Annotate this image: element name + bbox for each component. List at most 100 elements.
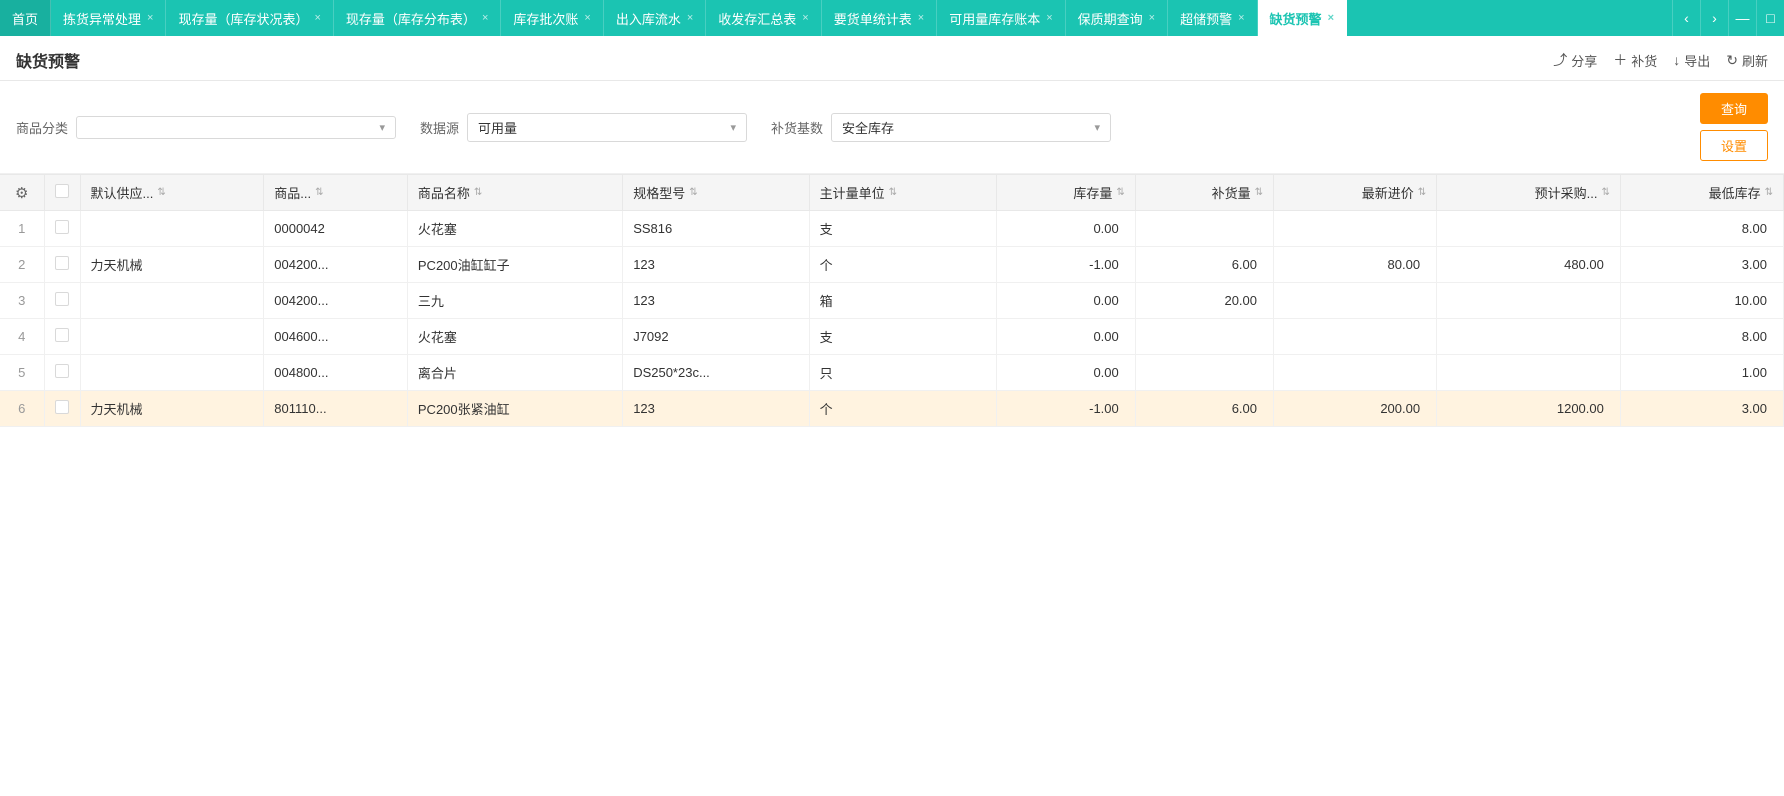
row-stock: -1.00: [997, 247, 1135, 283]
row-supplier: [80, 319, 264, 355]
tab-next-btn[interactable]: ›: [1700, 0, 1728, 36]
table-row[interactable]: 2 力天机械 004200... PC200油缸缸子 123 个 -1.00 6…: [0, 247, 1784, 283]
close-exception-tab[interactable]: ×: [147, 12, 153, 24]
category-select[interactable]: ▾: [76, 116, 396, 139]
replenish-base-label: 补货基数: [771, 118, 823, 137]
row-product-name: PC200张紧油缸: [407, 391, 622, 427]
replenish-base-select[interactable]: 安全库存 ▾: [831, 113, 1111, 142]
row-checkbox[interactable]: [44, 391, 80, 427]
close-batch-tab[interactable]: ×: [584, 12, 590, 24]
th-checkbox[interactable]: [44, 175, 80, 211]
tab-overstock[interactable]: 超储预警 ×: [1168, 0, 1257, 36]
page-title: 缺货预警: [16, 48, 80, 72]
th-min-stock[interactable]: 最低库存 ⇅: [1620, 175, 1783, 211]
close-collect-tab[interactable]: ×: [802, 12, 808, 24]
replenish-button[interactable]: ＋ 补货: [1613, 50, 1657, 70]
close-overstock-tab[interactable]: ×: [1238, 12, 1244, 24]
row-select-checkbox[interactable]: [55, 328, 69, 342]
th-stock[interactable]: 库存量 ⇅: [997, 175, 1135, 211]
tab-expiry[interactable]: 保质期查询 ×: [1066, 0, 1168, 36]
th-latest-price[interactable]: 最新进价 ⇅: [1274, 175, 1437, 211]
table-row[interactable]: 3 004200... 三九 123 箱 0.00 20.00 10.00: [0, 283, 1784, 319]
close-stock-status-tab[interactable]: ×: [314, 12, 320, 24]
settings-button[interactable]: 设置: [1700, 130, 1768, 161]
th-spec[interactable]: 规格型号 ⇅: [623, 175, 809, 211]
row-checkbox[interactable]: [44, 247, 80, 283]
row-select-checkbox[interactable]: [55, 256, 69, 270]
row-product-code: 0000042: [264, 211, 408, 247]
row-select-checkbox[interactable]: [55, 220, 69, 234]
table-row[interactable]: 1 0000042 火花塞 SS816 支 0.00 8.00: [0, 211, 1784, 247]
row-index: 5: [0, 355, 44, 391]
row-replenish: [1135, 211, 1273, 247]
gear-icon[interactable]: ⚙: [10, 184, 34, 202]
row-min-stock: 3.00: [1620, 391, 1783, 427]
row-latest-price: [1274, 319, 1437, 355]
refresh-icon: ↻: [1726, 52, 1738, 69]
select-all-checkbox[interactable]: [55, 184, 69, 198]
tab-maximize-btn[interactable]: □: [1756, 0, 1784, 36]
th-unit[interactable]: 主计量单位 ⇅: [809, 175, 997, 211]
table-header-row: ⚙ 默认供应... ⇅ 商品... ⇅: [0, 175, 1784, 211]
tab-stock-dist[interactable]: 现存量（库存分布表） ×: [334, 0, 501, 36]
row-select-checkbox[interactable]: [55, 364, 69, 378]
replenish-sort-icon: ⇅: [1255, 187, 1263, 198]
th-product-name[interactable]: 商品名称 ⇅: [407, 175, 622, 211]
datasource-label: 数据源: [420, 118, 459, 137]
row-latest-price: 80.00: [1274, 247, 1437, 283]
close-expiry-tab[interactable]: ×: [1149, 12, 1155, 24]
th-replenish[interactable]: 补货量 ⇅: [1135, 175, 1273, 211]
filter-row: 商品分类 ▾ 数据源 可用量 ▾ 补货基数 安全库存 ▾ 查询 设置: [0, 81, 1784, 174]
tab-requisition[interactable]: 要货单统计表 ×: [822, 0, 937, 36]
table-row[interactable]: 6 力天机械 801110... PC200张紧油缸 123 个 -1.00 6…: [0, 391, 1784, 427]
export-icon: ↓: [1673, 52, 1680, 68]
th-product-code[interactable]: 商品... ⇅: [264, 175, 408, 211]
row-latest-price: [1274, 355, 1437, 391]
row-min-stock: 1.00: [1620, 355, 1783, 391]
close-stock-dist-tab[interactable]: ×: [482, 12, 488, 24]
tab-available[interactable]: 可用量库存账本 ×: [937, 0, 1065, 36]
datasource-select[interactable]: 可用量 ▾: [467, 113, 747, 142]
tab-inout[interactable]: 出入库流水 ×: [604, 0, 706, 36]
row-latest-price: 200.00: [1274, 391, 1437, 427]
close-inout-tab[interactable]: ×: [687, 12, 693, 24]
tab-batch[interactable]: 库存批次账 ×: [501, 0, 603, 36]
row-product-name: 离合片: [407, 355, 622, 391]
page-container: 缺货预警 ⤴ 分享 ＋ 补货 ↓ 导出 ↻ 刷新 商品分类: [0, 36, 1784, 796]
tab-stock-status[interactable]: 现存量（库存状况表） ×: [166, 0, 333, 36]
refresh-button[interactable]: ↻ 刷新: [1726, 51, 1768, 70]
th-gear[interactable]: ⚙: [0, 175, 44, 211]
tab-shortage[interactable]: 缺货预警 ×: [1258, 0, 1347, 36]
share-button[interactable]: ⤴ 分享: [1553, 50, 1597, 70]
est-purchase-sort-icon: ⇅: [1601, 187, 1609, 198]
th-est-purchase[interactable]: 预计采购... ⇅: [1437, 175, 1621, 211]
row-supplier: 力天机械: [80, 247, 264, 283]
tab-home[interactable]: 首页: [0, 0, 51, 36]
export-button[interactable]: ↓ 导出: [1673, 51, 1710, 70]
row-est-purchase: [1437, 355, 1621, 391]
product-name-sort-icon: ⇅: [474, 187, 482, 198]
row-checkbox[interactable]: [44, 355, 80, 391]
close-shortage-tab[interactable]: ×: [1328, 12, 1334, 24]
replenish-base-filter-group: 补货基数 安全库存 ▾: [771, 113, 1111, 142]
row-checkbox[interactable]: [44, 319, 80, 355]
table-row[interactable]: 4 004600... 火花塞 J7092 支 0.00 8.00: [0, 319, 1784, 355]
query-button[interactable]: 查询: [1700, 93, 1768, 124]
tab-minimize-btn[interactable]: —: [1728, 0, 1756, 36]
close-requisition-tab[interactable]: ×: [918, 12, 924, 24]
row-index: 3: [0, 283, 44, 319]
row-checkbox[interactable]: [44, 211, 80, 247]
row-est-purchase: 480.00: [1437, 247, 1621, 283]
replenish-base-chevron-icon: ▾: [1095, 121, 1101, 134]
th-supplier[interactable]: 默认供应... ⇅: [80, 175, 264, 211]
tab-collect[interactable]: 收发存汇总表 ×: [706, 0, 821, 36]
close-available-tab[interactable]: ×: [1046, 12, 1052, 24]
table-row[interactable]: 5 004800... 离合片 DS250*23c... 只 0.00 1.00: [0, 355, 1784, 391]
row-select-checkbox[interactable]: [55, 292, 69, 306]
row-select-checkbox[interactable]: [55, 400, 69, 414]
category-filter-group: 商品分类 ▾: [16, 116, 396, 139]
row-checkbox[interactable]: [44, 283, 80, 319]
tab-prev-btn[interactable]: ‹: [1672, 0, 1700, 36]
tab-exception[interactable]: 拣货异常处理 ×: [51, 0, 166, 36]
row-unit: 箱: [809, 283, 997, 319]
